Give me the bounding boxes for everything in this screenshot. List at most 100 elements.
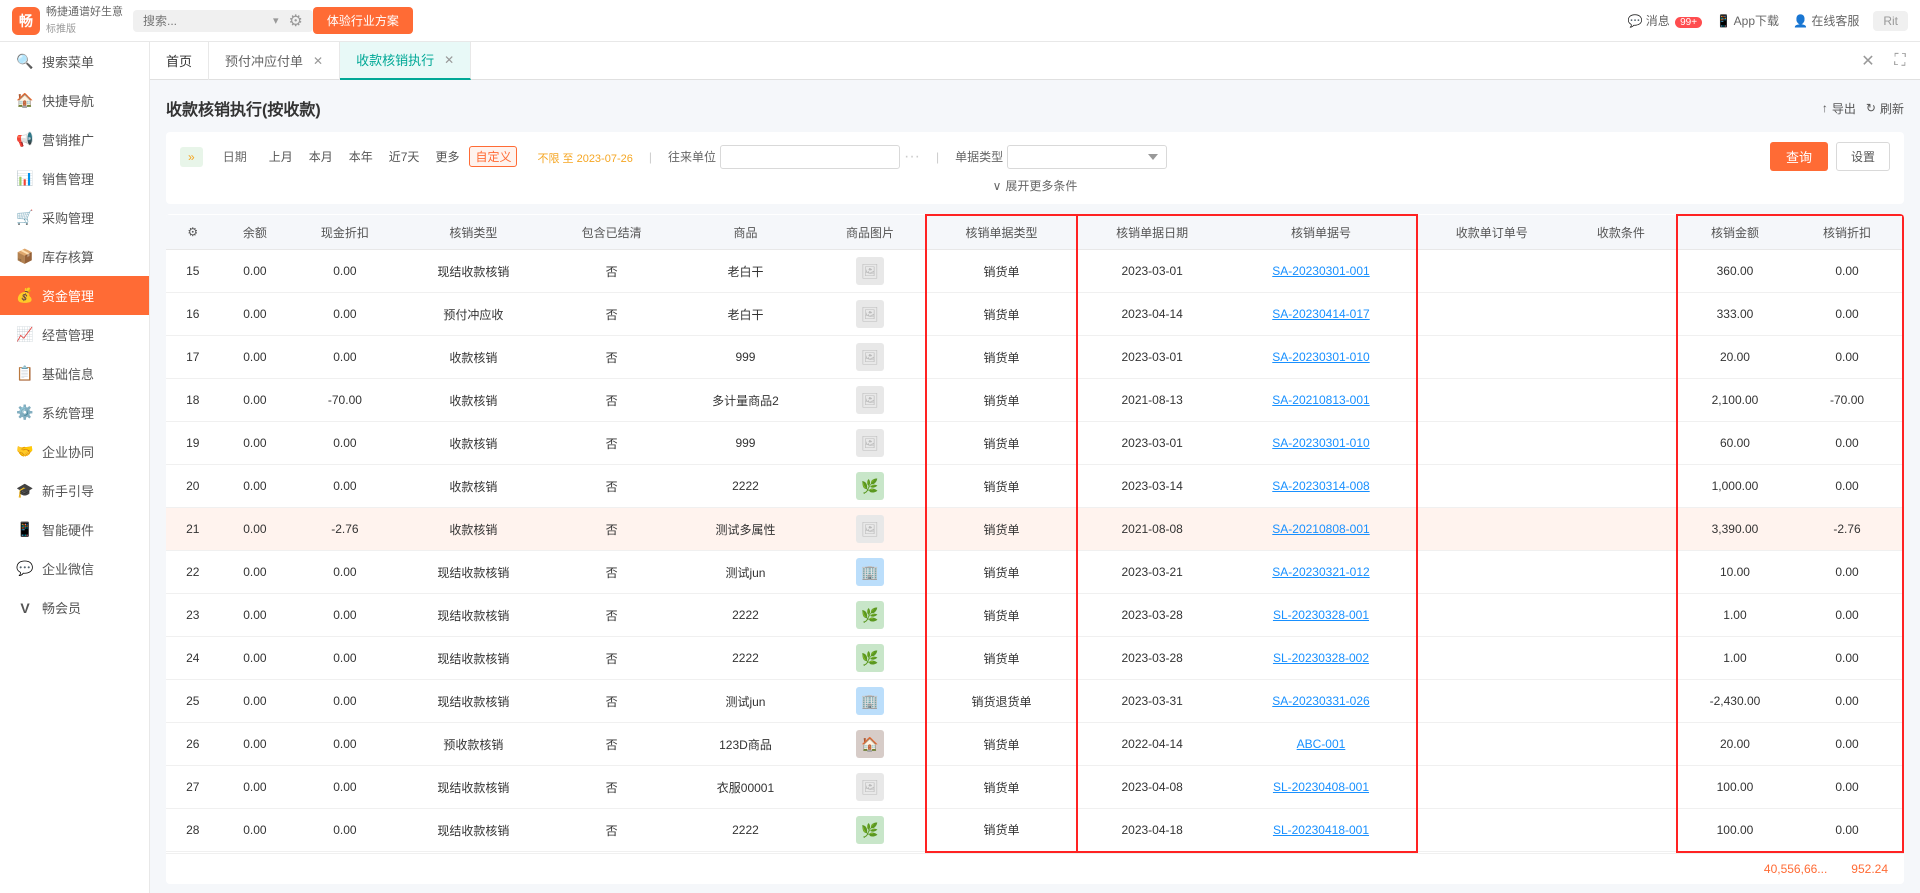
- td-doc-type: 销货单: [926, 551, 1077, 594]
- td-receipt-order: [1417, 680, 1566, 723]
- sidebar-label-basic: 基础信息: [42, 364, 94, 383]
- sidebar-item-system[interactable]: ⚙️ 系统管理: [0, 393, 149, 432]
- date-last-month[interactable]: 上月: [263, 146, 299, 167]
- settings-filter-btn[interactable]: 设置: [1836, 142, 1890, 171]
- td-receipt-order: [1417, 508, 1566, 551]
- td-doc-no: SA-20230331-026: [1226, 680, 1416, 723]
- gear-icon[interactable]: ⚙: [187, 225, 198, 239]
- sidebar-item-basic-info[interactable]: 📋 基础信息: [0, 354, 149, 393]
- td-doc-type: 销货单: [926, 594, 1077, 637]
- system-icon: ⚙️: [16, 404, 34, 422]
- sidebar-item-search-menu[interactable]: 🔍 搜索菜单: [0, 42, 149, 81]
- sidebar-item-purchase[interactable]: 🛒 采购管理: [0, 198, 149, 237]
- from-unit-input[interactable]: [720, 145, 900, 169]
- td-amount: 1.00: [1677, 594, 1792, 637]
- doc-no-link[interactable]: SA-20230314-008: [1272, 479, 1369, 493]
- doc-no-link[interactable]: SA-20230321-012: [1272, 565, 1369, 579]
- date-7days[interactable]: 近7天: [383, 146, 426, 167]
- export-btn[interactable]: ↑ 导出: [1822, 100, 1856, 117]
- sidebar-item-operation[interactable]: 📈 经营管理: [0, 315, 149, 354]
- th-cash-discount: 现金折扣: [290, 215, 399, 250]
- td-included: 否: [547, 250, 676, 293]
- doc-no-link[interactable]: SA-20230414-017: [1272, 307, 1369, 321]
- td-type: 现结收款核销: [400, 809, 548, 852]
- td-no: 28: [166, 809, 220, 852]
- tab-close-btn[interactable]: ✕: [1856, 49, 1880, 73]
- sidebar-item-smart-hw[interactable]: 📱 智能硬件: [0, 510, 149, 549]
- filter-expand-btn[interactable]: »: [180, 147, 203, 167]
- sidebar-item-member[interactable]: V 畅会员: [0, 588, 149, 627]
- td-discount: 0.00: [1792, 809, 1903, 852]
- sidebar-item-newbie[interactable]: 🎓 新手引导: [0, 471, 149, 510]
- table-row: 24 0.00 0.00 现结收款核销 否 2222 🌿 销货单 2023-03…: [166, 637, 1903, 680]
- date-custom[interactable]: 自定义: [469, 146, 517, 167]
- doc-no-link[interactable]: SA-20210813-001: [1272, 393, 1369, 407]
- td-img: 🌿: [815, 594, 926, 637]
- doc-no-link[interactable]: SA-20230331-026: [1272, 694, 1369, 708]
- message-btn[interactable]: 💬 消息 99+: [1627, 12, 1702, 29]
- date-range-display: 不限 至 2023-07-26: [537, 150, 632, 166]
- doc-no-link[interactable]: SA-20210808-001: [1272, 522, 1369, 536]
- settings-icon[interactable]: ⚙: [289, 11, 303, 31]
- td-no: 27: [166, 766, 220, 809]
- doc-no-link[interactable]: SL-20230408-001: [1273, 780, 1369, 794]
- doc-no-link[interactable]: SA-20230301-001: [1272, 264, 1369, 278]
- sidebar-item-enterprise[interactable]: 🤝 企业协同: [0, 432, 149, 471]
- user-name[interactable]: Rit: [1873, 11, 1908, 31]
- td-type: 收款核销: [400, 508, 548, 551]
- industry-btn[interactable]: 体验行业方案: [313, 7, 413, 34]
- td-img: 🏢: [815, 551, 926, 594]
- sidebar-item-quick-nav[interactable]: 🏠 快捷导航: [0, 81, 149, 120]
- date-this-year[interactable]: 本年: [343, 146, 379, 167]
- top-search-input[interactable]: [133, 10, 313, 32]
- doc-no-link[interactable]: SL-20230418-001: [1273, 823, 1369, 837]
- from-unit-dots[interactable]: ···: [904, 148, 920, 166]
- td-type: 收款核销: [400, 336, 548, 379]
- td-discount: 0.00: [1792, 594, 1903, 637]
- td-amount: 60.00: [1677, 422, 1792, 465]
- product-img: 🖼: [856, 300, 884, 328]
- product-img: 🖼: [856, 515, 884, 543]
- online-service-btn[interactable]: 👤 在线客服: [1793, 12, 1859, 29]
- td-discount: 0.00: [1792, 293, 1903, 336]
- td-receipt-order: [1417, 637, 1566, 680]
- doc-no-link[interactable]: ABC-001: [1297, 737, 1346, 751]
- expand-more-btn[interactable]: ∨ 展开更多条件: [180, 177, 1890, 194]
- sidebar-item-wechat[interactable]: 💬 企业微信: [0, 549, 149, 588]
- date-more[interactable]: 更多: [429, 146, 465, 167]
- sidebar-label-operation: 经营管理: [42, 325, 94, 344]
- td-doc-date: 2021-08-08: [1077, 508, 1226, 551]
- doc-no-link[interactable]: SA-20230301-010: [1272, 350, 1369, 364]
- td-type: 现结收款核销: [400, 594, 548, 637]
- doc-no-link[interactable]: SA-20230301-010: [1272, 436, 1369, 450]
- search-dropdown-icon[interactable]: ▾: [273, 14, 279, 27]
- sidebar-item-inventory[interactable]: 📦 库存核算: [0, 237, 149, 276]
- date-this-month[interactable]: 本月: [303, 146, 339, 167]
- receipt-type-select[interactable]: [1007, 145, 1167, 169]
- sidebar-item-sales[interactable]: 📊 销售管理: [0, 159, 149, 198]
- td-discount: 0.00: [1792, 551, 1903, 594]
- tab-fullscreen-btn[interactable]: ⛶: [1888, 49, 1912, 73]
- data-table: ⚙ 余额 现金折扣 核销类型 包含已结清 商品 商品图片 核销单据类型 核销单据…: [166, 214, 1904, 853]
- app-download-btn[interactable]: 📱 App下载: [1716, 12, 1779, 29]
- sidebar-item-marketing[interactable]: 📢 营销推广: [0, 120, 149, 159]
- td-included: 否: [547, 594, 676, 637]
- tab-receipt-close[interactable]: ✕: [444, 53, 454, 67]
- query-btn[interactable]: 查询: [1770, 142, 1828, 171]
- tab-prepay[interactable]: 预付冲应付单 ✕: [209, 42, 340, 80]
- th-balance: 余额: [220, 215, 291, 250]
- filter-row: » 日期 上月 本月 本年 近7天 更多 自定义 不限 至 2023-07-26…: [180, 142, 1890, 171]
- tab-home[interactable]: 首页: [150, 42, 209, 80]
- td-doc-type: 销货单: [926, 508, 1077, 551]
- doc-no-link[interactable]: SL-20230328-001: [1273, 608, 1369, 622]
- doc-no-link[interactable]: SL-20230328-002: [1273, 651, 1369, 665]
- td-goods: 测试jun: [676, 551, 815, 594]
- tab-prepay-close[interactable]: ✕: [313, 54, 323, 68]
- tab-receipt[interactable]: 收款核销执行 ✕: [340, 42, 471, 80]
- refresh-btn[interactable]: ↻ 刷新: [1866, 100, 1904, 117]
- top-bar-left: 畅 畅捷通谱好生意 标推版 ▾ ⚙ 体验行业方案: [12, 6, 413, 34]
- td-receipt-cond: [1566, 379, 1677, 422]
- product-img: 🖼: [856, 257, 884, 285]
- sidebar-item-capital[interactable]: 💰 资金管理: [0, 276, 149, 315]
- online-service-label: 在线客服: [1811, 14, 1859, 28]
